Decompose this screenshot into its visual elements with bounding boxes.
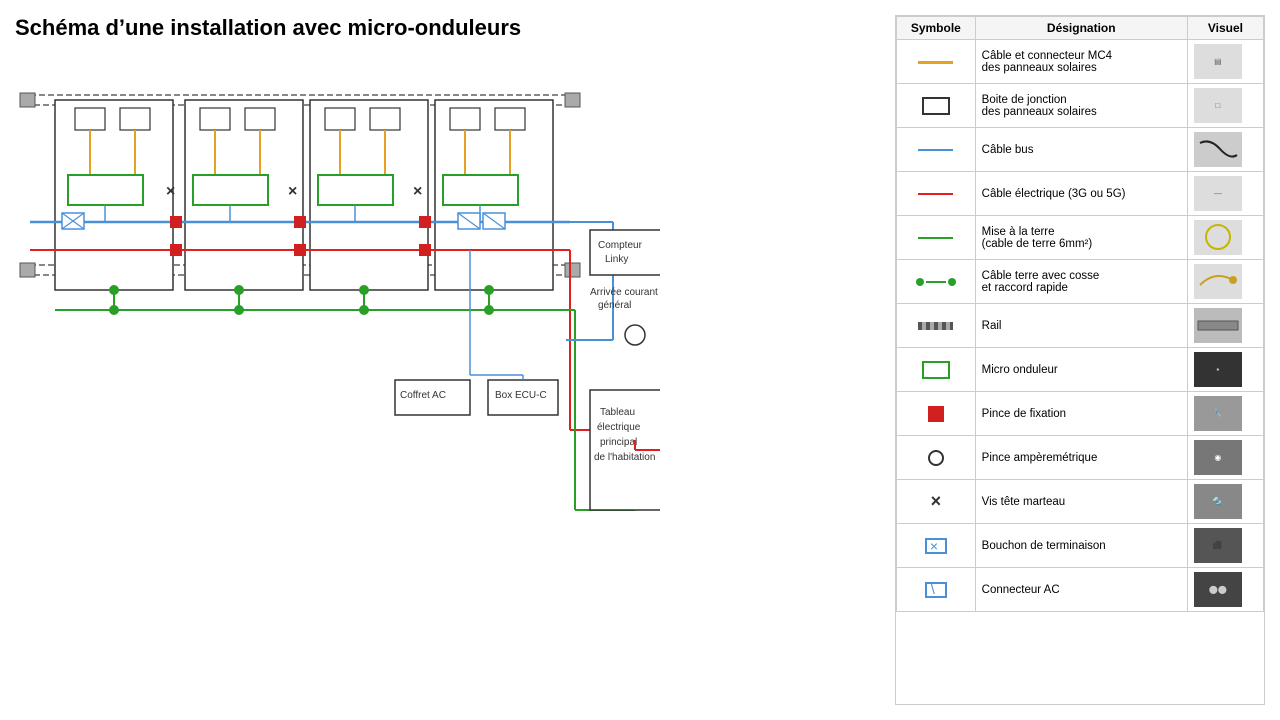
symbol-x: × [931, 491, 942, 512]
symbol-circle [928, 450, 944, 466]
symbol-green-line [918, 237, 953, 239]
symbol-green-rect [922, 361, 950, 379]
legend-row-bouchon: Bouchon de terminaison ⬛ [897, 524, 1264, 568]
svg-text:Arrivée courant: Arrivée courant [590, 287, 658, 298]
symbol-orange-line [918, 61, 953, 64]
legend-row-rail: Rail [897, 304, 1264, 348]
symbol-blue-line [918, 149, 953, 151]
svg-text:Linky: Linky [605, 254, 628, 265]
legend-row-boite: Boite de jonctiondes panneaux solaires □ [897, 84, 1264, 128]
svg-text:×: × [166, 183, 175, 200]
legend-row-pince-fixation: Pince de fixation 🔧 [897, 392, 1264, 436]
legend-row-pince-amperem: Pince ampèremétrique ◉ [897, 436, 1264, 480]
legend-row-connecteur: Connecteur AC ⬤⬤ [897, 568, 1264, 612]
svg-text:général: général [598, 300, 631, 311]
legend-table: Symbole Désignation Visuel Câble et conn… [896, 16, 1264, 612]
svg-text:électrique: électrique [597, 422, 641, 433]
diagram-svg: × × × Compteur Linky Arrivée courant gén [0, 0, 660, 600]
svg-text:Box ECU-C: Box ECU-C [495, 390, 547, 401]
legend-row-mc4: Câble et connecteur MC4des panneaux sola… [897, 40, 1264, 84]
symbol-red-sq [928, 406, 944, 422]
symbol-connecteur [925, 582, 947, 598]
svg-text:×: × [413, 183, 422, 200]
symbol-earth [916, 278, 956, 286]
symbol-bouchon [925, 538, 947, 554]
legend-row-cable-elec: Câble électrique (3G ou 5G) — [897, 172, 1264, 216]
svg-text:de l'habitation: de l'habitation [594, 452, 655, 463]
svg-text:Compteur: Compteur [598, 240, 643, 251]
svg-text:principal: principal [600, 437, 637, 448]
legend-row-micro-onduleur: Micro onduleur ▪ [897, 348, 1264, 392]
legend-row-mise-terre: Mise à la terre(cable de terre 6mm²) [897, 216, 1264, 260]
header-symbole: Symbole [897, 17, 976, 40]
svg-text:Coffret AC: Coffret AC [400, 390, 446, 401]
header-designation: Désignation [975, 17, 1187, 40]
legend-row-cable-bus: Câble bus [897, 128, 1264, 172]
svg-text:×: × [288, 183, 297, 200]
legend-row-vis: × Vis tête marteau 🔩 [897, 480, 1264, 524]
symbol-rect [922, 97, 950, 115]
legend-panel: Symbole Désignation Visuel Câble et conn… [895, 15, 1265, 705]
symbol-red-line [918, 193, 953, 195]
symbol-rail [918, 322, 953, 330]
svg-text:Tableau: Tableau [600, 407, 635, 418]
legend-row-cable-terre: Câble terre avec cosseet raccord rapide [897, 260, 1264, 304]
header-visuel: Visuel [1187, 17, 1263, 40]
